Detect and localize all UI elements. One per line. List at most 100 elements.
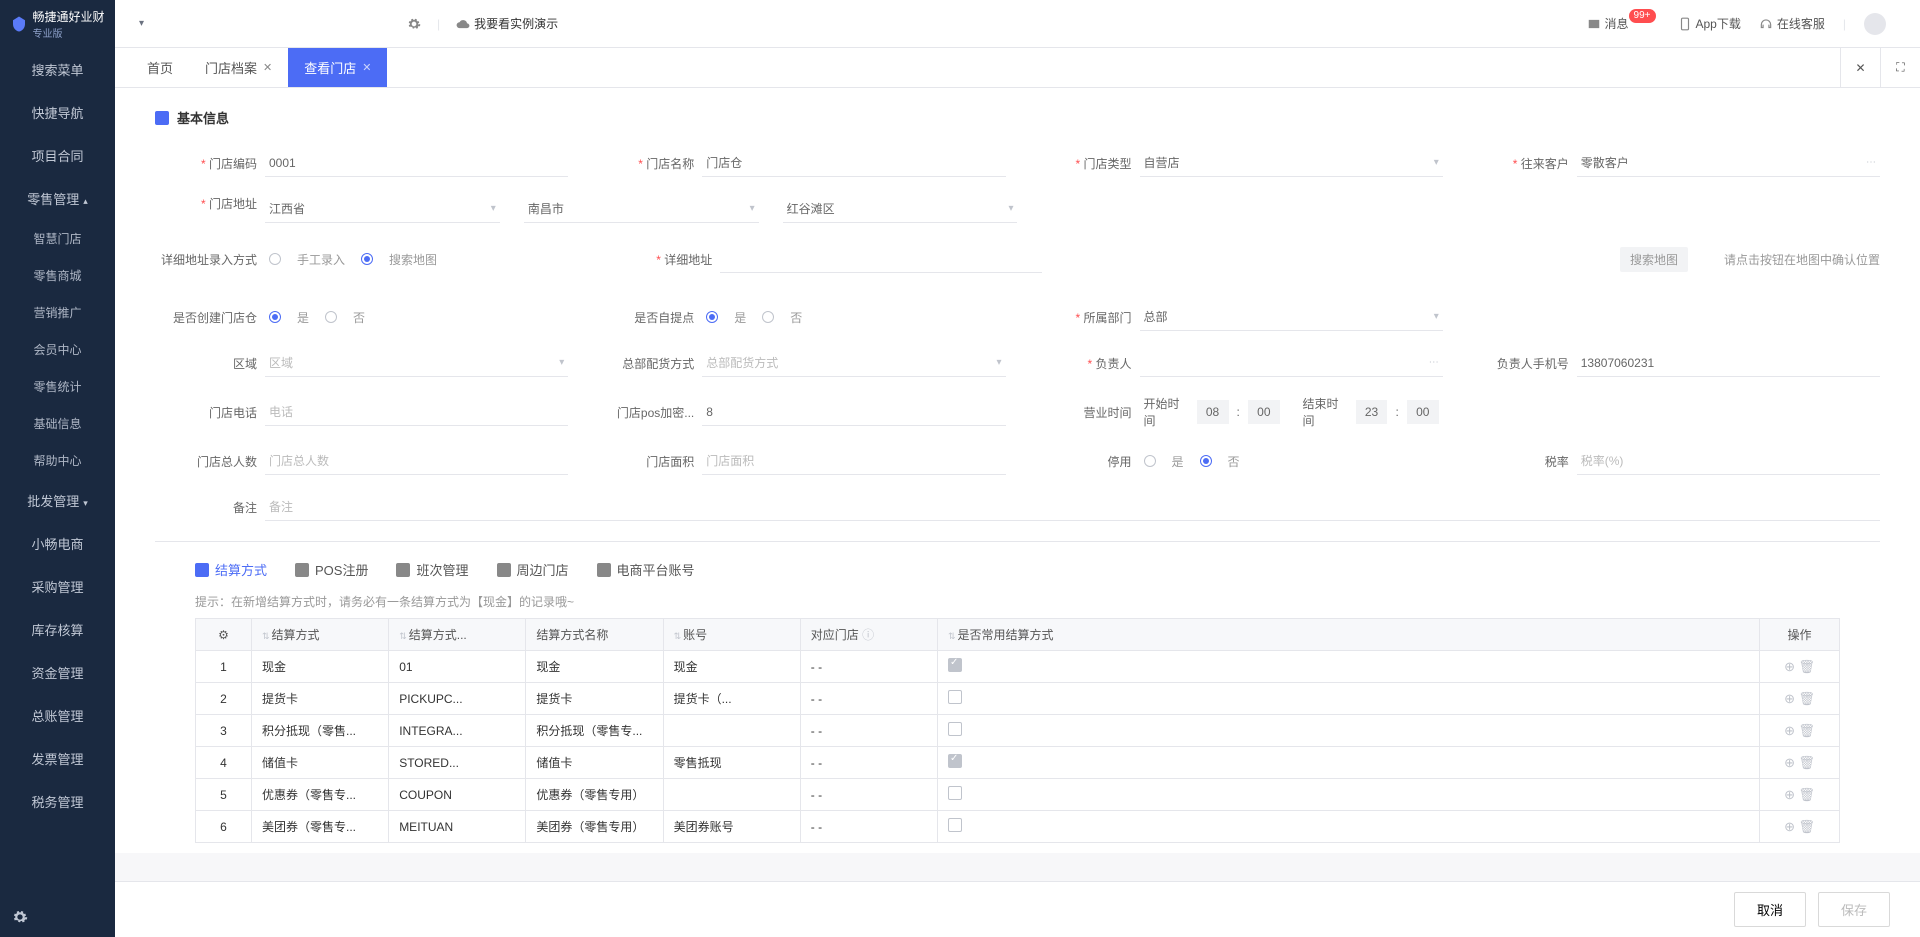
cell-common[interactable] [938,811,1760,843]
nav-contract[interactable]: 项目合同 [0,134,115,177]
nav-help[interactable]: 帮助中心 [0,442,115,479]
radio-pickup-yes[interactable] [706,311,718,323]
avatar[interactable] [1864,13,1886,35]
tax-input[interactable]: 税率(%) [1577,447,1880,475]
tab-shift[interactable]: 班次管理 [396,560,468,579]
staff-input[interactable]: 门店总人数 [265,447,568,475]
delete-icon[interactable]: 🗑 [1798,659,1815,674]
col-account[interactable]: ⇅账号 [663,619,800,651]
dept-select[interactable]: 总部▾ [1140,303,1443,331]
messages[interactable]: 消息 99+ [1587,15,1660,32]
owner-phone-input[interactable]: 13807060231 [1577,349,1880,377]
nav-purchase[interactable]: 采购管理 [0,565,115,608]
area-m-input[interactable]: 门店面积 [702,447,1005,475]
tab-nearby[interactable]: 周边门店 [497,560,569,579]
save-button[interactable]: 保存 [1818,892,1890,927]
radio-manual[interactable] [269,253,281,265]
checkbox[interactable] [948,658,962,672]
col-store[interactable]: 对应门店 ⓘ [800,619,937,651]
checkbox[interactable] [948,754,962,768]
close-icon[interactable]: ✕ [263,61,272,74]
nav-ledger[interactable]: 总账管理 [0,694,115,737]
delete-icon[interactable]: 🗑 [1798,691,1815,706]
add-icon[interactable]: ⊕ [1784,659,1795,674]
end-hour[interactable]: 23 [1356,400,1388,424]
radio-wh-no[interactable] [325,311,337,323]
close-icon[interactable]: ✕ [362,61,371,74]
demo-link[interactable]: 我要看实例演示 [456,15,558,32]
store-code-input[interactable]: 0001 [265,149,568,177]
customer-service[interactable]: 在线客服 [1759,15,1825,32]
table-row[interactable]: 3积分抵现（零售...INTEGRA...积分抵现（零售专...- -⊕ 🗑 [196,715,1840,747]
table-row[interactable]: 6美团券（零售专...MEITUAN美团券（零售专用）美团券账号- -⊕ 🗑 [196,811,1840,843]
delete-icon[interactable]: 🗑 [1798,819,1815,834]
cancel-button[interactable]: 取消 [1734,892,1806,927]
close-all-tabs[interactable]: ✕ [1840,48,1880,87]
radio-wh-yes[interactable] [269,311,281,323]
cell-common[interactable] [938,715,1760,747]
area-select[interactable]: 区域▾ [265,349,568,377]
nav-search[interactable]: 搜索菜单 [0,48,115,91]
district-select[interactable]: 红谷滩区▾ [783,195,1018,223]
col-method-name[interactable]: 结算方式名称 [526,619,663,651]
radio-map[interactable] [361,253,373,265]
checkbox[interactable] [948,690,962,704]
start-hour[interactable]: 08 [1197,400,1229,424]
add-icon[interactable]: ⊕ [1784,819,1795,834]
add-icon[interactable]: ⊕ [1784,723,1795,738]
nav-invoice[interactable]: 发票管理 [0,737,115,780]
nav-inventory[interactable]: 库存核算 [0,608,115,651]
tab-pos[interactable]: POS注册 [295,560,368,579]
nav-retail-mall[interactable]: 零售商城 [0,257,115,294]
table-row[interactable]: 5优惠券（零售专...COUPON优惠券（零售专用）- -⊕ 🗑 [196,779,1840,811]
col-method-code[interactable]: ⇅结算方式... [389,619,526,651]
detail-addr-input[interactable] [720,245,1041,273]
tab-settlement[interactable]: 结算方式 [195,560,267,579]
nav-marketing[interactable]: 营销推广 [0,294,115,331]
fullscreen-icon[interactable]: ⛶ [1880,48,1920,87]
checkbox[interactable] [948,786,962,800]
cell-common[interactable] [938,683,1760,715]
tab-ecom-account[interactable]: 电商平台账号 [597,560,695,579]
start-min[interactable]: 00 [1248,400,1280,424]
cell-common[interactable] [938,747,1760,779]
search-map-button[interactable]: 搜索地图 [1620,247,1688,272]
store-type-select[interactable]: 自营店▾ [1140,149,1443,177]
nav-ecom[interactable]: 小畅电商 [0,522,115,565]
radio-disable-no[interactable] [1200,455,1212,467]
province-select[interactable]: 江西省▾ [265,195,500,223]
tab-home[interactable]: 首页 [131,48,189,87]
checkbox[interactable] [948,818,962,832]
sidebar-settings[interactable] [0,897,115,937]
nav-quick[interactable]: 快捷导航 [0,91,115,134]
delete-icon[interactable]: 🗑 [1798,723,1815,738]
nav-retail[interactable]: 零售管理 [0,177,115,220]
delete-icon[interactable]: 🗑 [1798,787,1815,802]
delete-icon[interactable]: 🗑 [1798,755,1815,770]
table-row[interactable]: 4储值卡STORED...储值卡零售抵现- -⊕ 🗑 [196,747,1840,779]
tab-store-archive[interactable]: 门店档案✕ [189,48,288,87]
app-download[interactable]: App下载 [1678,15,1741,32]
radio-pickup-no[interactable] [762,311,774,323]
gear-icon[interactable] [407,17,421,31]
table-row[interactable]: 2提货卡PICKUPC...提货卡提货卡（...- -⊕ 🗑 [196,683,1840,715]
nav-fund[interactable]: 资金管理 [0,651,115,694]
table-row[interactable]: 1现金01现金现金- -⊕ 🗑 [196,651,1840,683]
col-common[interactable]: ⇅是否常用结算方式 [938,619,1760,651]
store-name-input[interactable]: 门店仓 [702,149,1005,177]
nav-retail-stat[interactable]: 零售统计 [0,368,115,405]
hq-dist-select[interactable]: 总部配货方式▾ [702,349,1005,377]
checkbox[interactable] [948,722,962,736]
col-settings[interactable]: ⚙ [196,619,252,651]
pos-input[interactable]: 8 [702,398,1005,426]
cell-common[interactable] [938,779,1760,811]
owner-select[interactable]: ⋯ [1140,349,1443,377]
tab-view-store[interactable]: 查看门店✕ [288,48,387,87]
add-icon[interactable]: ⊕ [1784,691,1795,706]
col-method[interactable]: ⇅结算方式 [252,619,389,651]
nav-member[interactable]: 会员中心 [0,331,115,368]
add-icon[interactable]: ⊕ [1784,755,1795,770]
nav-tax[interactable]: 税务管理 [0,780,115,823]
remark-input[interactable]: 备注 [265,493,1880,521]
nav-wholesale[interactable]: 批发管理 [0,479,115,522]
